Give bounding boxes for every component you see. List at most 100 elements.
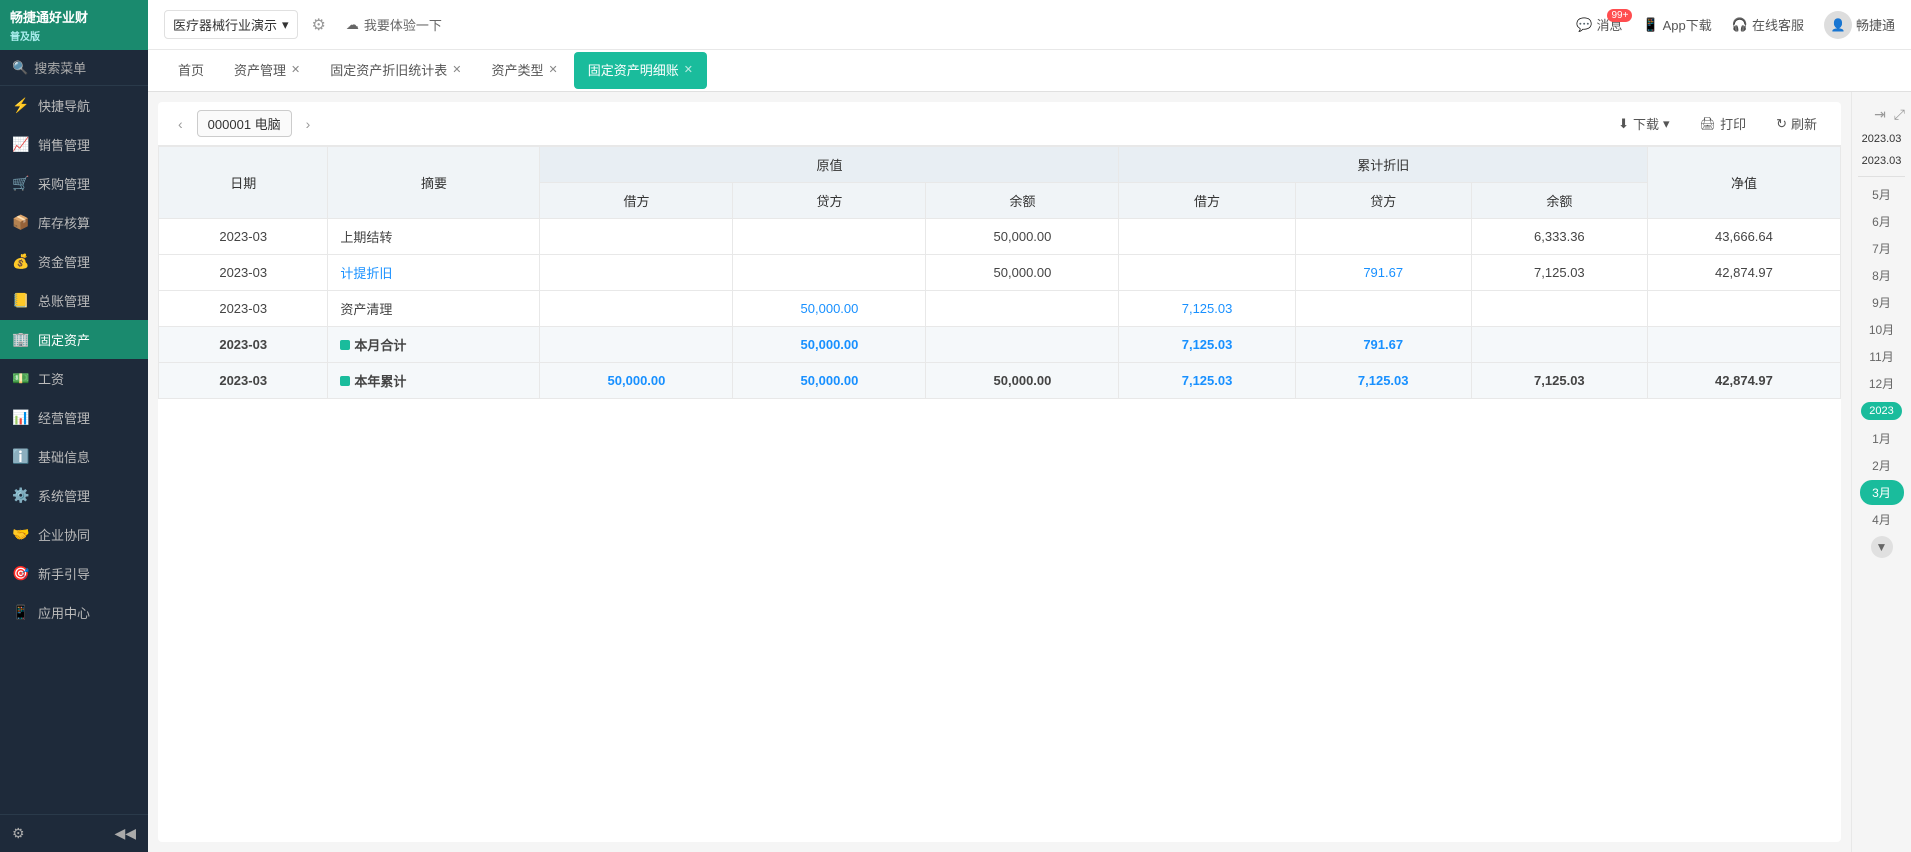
timeline-divider bbox=[1858, 176, 1905, 177]
app-download-btn[interactable]: 📱 App下载 bbox=[1642, 15, 1711, 34]
info-label: 基础信息 bbox=[38, 447, 90, 466]
timeline-month-8[interactable]: 8月 bbox=[1860, 263, 1904, 288]
timeline-month-12[interactable]: 12月 bbox=[1860, 371, 1904, 396]
funds-label: 资金管理 bbox=[38, 252, 90, 271]
apps-icon: 📱 bbox=[12, 604, 30, 621]
print-btn[interactable]: 🖨 打印 bbox=[1692, 110, 1755, 137]
settings-footer-icon[interactable]: ⚙ bbox=[12, 825, 25, 842]
prev-asset-btn[interactable]: ‹ bbox=[174, 114, 187, 134]
salary-label: 工资 bbox=[38, 369, 64, 388]
search-label: 搜索菜单 bbox=[34, 58, 86, 77]
refresh-icon: ↻ bbox=[1776, 116, 1787, 132]
collapse-icon[interactable]: ◀◀ bbox=[114, 825, 136, 842]
sidebar-item-apps[interactable]: 📱 应用中心 bbox=[0, 593, 148, 632]
timeline-month-1[interactable]: 1月 bbox=[1860, 426, 1904, 451]
system-icon: ⚙️ bbox=[12, 487, 30, 504]
sidebar-logo: 畅捷通好业财 普及版 bbox=[0, 0, 148, 50]
main-area: 医疗器械行业演示 ▾ ⚙ ☁ 我要体验一下 💬 消息 99+ 📱 App下载 🎧… bbox=[148, 0, 1911, 852]
username-label: 畅捷通 bbox=[1856, 15, 1895, 34]
asset-tag: 000001 电脑 bbox=[197, 110, 292, 137]
sidebar-item-system[interactable]: ⚙️ 系统管理 bbox=[0, 476, 148, 515]
experience-btn[interactable]: ☁ 我要体验一下 bbox=[346, 15, 442, 34]
purchase-icon: 🛒 bbox=[12, 175, 30, 192]
funds-icon: 💰 bbox=[12, 253, 30, 270]
timeline-maximize-icon[interactable]: ⤢ bbox=[1894, 106, 1905, 123]
toolbar-right: ⬇ 下载 ▾ 🖨 打印 ↻ 刷新 bbox=[1610, 110, 1825, 137]
nav-icon: ⚡ bbox=[12, 97, 30, 114]
headset-icon: 🎧 bbox=[1732, 17, 1748, 33]
user-profile-btn[interactable]: 👤 畅捷通 bbox=[1824, 11, 1895, 39]
sidebar-search[interactable]: 🔍 搜索菜单 bbox=[0, 50, 148, 86]
tab-asset-detail-close[interactable]: ✕ bbox=[684, 63, 693, 76]
timeline-month-5[interactable]: 5月 bbox=[1860, 182, 1904, 207]
stock-label: 库存核算 bbox=[38, 213, 90, 232]
sidebar-item-sales[interactable]: 📈 销售管理 bbox=[0, 125, 148, 164]
print-label: 打印 bbox=[1720, 114, 1746, 133]
app-name: 畅捷通好业财 bbox=[10, 7, 88, 26]
avatar: 👤 bbox=[1824, 11, 1852, 39]
timeline-scroll-down[interactable]: ▼ bbox=[1871, 536, 1893, 558]
timeline-month-4[interactable]: 4月 bbox=[1860, 507, 1904, 532]
sidebar-item-ledger[interactable]: 📒 总账管理 bbox=[0, 281, 148, 320]
panel-toolbar: ‹ 000001 电脑 › ⬇ 下载 ▾ 🖨 打印 ↻ bbox=[158, 102, 1841, 146]
detail-table: 日期 摘要 原值 累计折旧 净值 借方 贷方 余额 借方 贷方 余额 bbox=[158, 146, 1841, 399]
sales-icon: 📈 bbox=[12, 136, 30, 153]
sidebar-item-funds[interactable]: 💰 资金管理 bbox=[0, 242, 148, 281]
tab-asset-type[interactable]: 资产类型 ✕ bbox=[477, 52, 571, 89]
timeline-month-7[interactable]: 7月 bbox=[1860, 236, 1904, 261]
sidebar-item-management[interactable]: 📊 经营管理 bbox=[0, 398, 148, 437]
col-orig-balance-header: 余额 bbox=[926, 183, 1119, 219]
timeline-month-11[interactable]: 11月 bbox=[1860, 344, 1904, 369]
timeline-year-2023[interactable]: 2023 bbox=[1861, 402, 1901, 420]
next-asset-btn[interactable]: › bbox=[302, 114, 315, 134]
app-download-label: App下载 bbox=[1663, 15, 1712, 34]
timeline-month-9[interactable]: 9月 bbox=[1860, 290, 1904, 315]
table-row: 2023-03计提折旧50,000.00791.677,125.0342,874… bbox=[159, 255, 1841, 291]
tab-home[interactable]: 首页 bbox=[164, 52, 218, 89]
sidebar-item-guide[interactable]: 🎯 新手引导 bbox=[0, 554, 148, 593]
nav-label: 快捷导航 bbox=[38, 96, 90, 115]
tab-asset-management-close[interactable]: ✕ bbox=[291, 63, 300, 76]
tab-asset-management-label: 资产管理 bbox=[234, 60, 286, 79]
col-orig-credit-header: 贷方 bbox=[733, 183, 926, 219]
topbar-right: 💬 消息 99+ 📱 App下载 🎧 在线客服 👤 畅捷通 bbox=[1576, 11, 1895, 39]
download-label: 下载 bbox=[1633, 114, 1659, 133]
table-row: 2023-03本月合计50,000.007,125.03791.67 bbox=[159, 327, 1841, 363]
timeline-month-6[interactable]: 6月 bbox=[1860, 209, 1904, 234]
timeline-header: ⇥ ⤢ bbox=[1852, 102, 1911, 127]
tab-asset-detail-label: 固定资产明细账 bbox=[588, 60, 679, 79]
tab-depreciation-label: 固定资产折旧统计表 bbox=[330, 60, 447, 79]
messages-btn[interactable]: 💬 消息 99+ bbox=[1576, 15, 1622, 34]
sidebar-item-info[interactable]: ℹ️ 基础信息 bbox=[0, 437, 148, 476]
ledger-icon: 📒 bbox=[12, 292, 30, 309]
sidebar-item-collab[interactable]: 🤝 企业协同 bbox=[0, 515, 148, 554]
customer-service-btn[interactable]: 🎧 在线客服 bbox=[1732, 15, 1804, 34]
assets-label: 固定资产 bbox=[38, 330, 90, 349]
tab-depreciation-close[interactable]: ✕ bbox=[452, 63, 461, 76]
download-btn[interactable]: ⬇ 下载 ▾ bbox=[1610, 110, 1677, 137]
sidebar-item-nav[interactable]: ⚡ 快捷导航 bbox=[0, 86, 148, 125]
tab-asset-management[interactable]: 资产管理 ✕ bbox=[220, 52, 314, 89]
company-settings-icon[interactable]: ⚙ bbox=[312, 15, 326, 35]
refresh-btn[interactable]: ↻ 刷新 bbox=[1768, 110, 1825, 137]
sidebar-item-salary[interactable]: 💵 工资 bbox=[0, 359, 148, 398]
sidebar-item-purchase[interactable]: 🛒 采购管理 bbox=[0, 164, 148, 203]
timeline-month-10[interactable]: 10月 bbox=[1860, 317, 1904, 342]
stock-icon: 📦 bbox=[12, 214, 30, 231]
sidebar-item-stock[interactable]: 📦 库存核算 bbox=[0, 203, 148, 242]
message-icon: 💬 bbox=[1576, 17, 1592, 33]
tab-asset-detail[interactable]: 固定资产明细账 ✕ bbox=[574, 52, 707, 89]
purchase-label: 采购管理 bbox=[38, 174, 90, 193]
timeline-expand-icon[interactable]: ⇥ bbox=[1874, 106, 1886, 123]
collab-label: 企业协同 bbox=[38, 525, 90, 544]
company-selector[interactable]: 医疗器械行业演示 ▾ bbox=[164, 10, 298, 39]
timeline-month-3[interactable]: 3月 bbox=[1860, 480, 1904, 505]
timeline-month-2[interactable]: 2月 bbox=[1860, 453, 1904, 478]
tab-asset-type-close[interactable]: ✕ bbox=[549, 63, 558, 76]
topbar: 医疗器械行业演示 ▾ ⚙ ☁ 我要体验一下 💬 消息 99+ 📱 App下载 🎧… bbox=[148, 0, 1911, 50]
customer-service-label: 在线客服 bbox=[1752, 15, 1804, 34]
app-version: 普及版 bbox=[10, 28, 88, 43]
asset-code: 000001 电脑 bbox=[208, 117, 281, 132]
sidebar-item-assets[interactable]: 🏢 固定资产 bbox=[0, 320, 148, 359]
tab-depreciation[interactable]: 固定资产折旧统计表 ✕ bbox=[316, 52, 475, 89]
